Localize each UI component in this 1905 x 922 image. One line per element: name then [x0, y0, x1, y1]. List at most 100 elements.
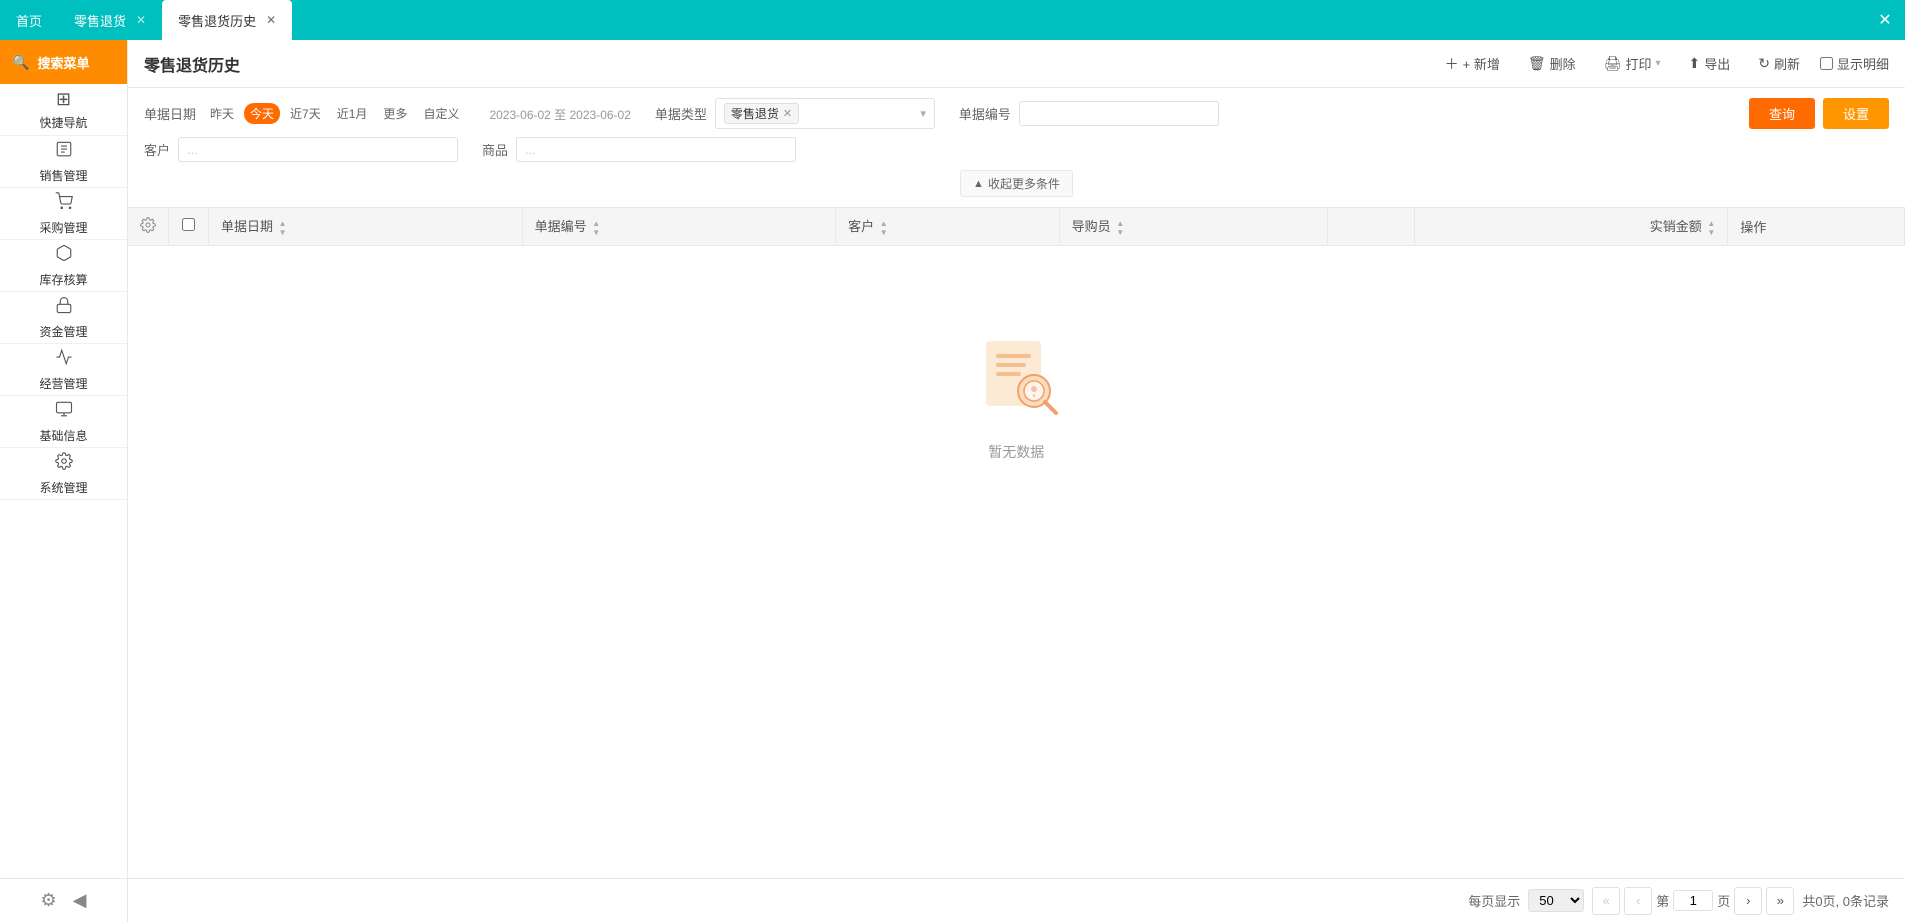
tab-retail-return-history[interactable]: 零售退货历史 ✕ [162, 0, 292, 40]
print-icon: 🖨 [1604, 55, 1622, 72]
data-table: 单据日期 ▲▼ 单据编号 ▲▼ 客户 ▲▼ 导购员 [128, 208, 1905, 542]
pagination-nav: « ‹ 第 页 › » [1592, 887, 1794, 915]
tab-retail-return-history-label: 零售退货历史 [178, 11, 256, 30]
tab-retail-return-label: 零售退货 [74, 11, 126, 30]
show-detail-label: 显示明细 [1837, 54, 1889, 73]
page-input[interactable] [1673, 890, 1713, 911]
collapse-sidebar-icon[interactable]: ◀ [73, 890, 87, 911]
page-header: 零售退货历史 ＋ + 新增 🗑 删除 🖨 打印 ▾ ⬆ 导出 [128, 40, 1905, 88]
quick-nav-label: 快捷导航 [39, 114, 87, 131]
base-info-icon [55, 400, 73, 423]
th-customer[interactable]: 客户 ▲▼ [836, 208, 1060, 245]
close-tab-retail-return-icon[interactable]: ✕ [136, 13, 146, 27]
refresh-icon: ↻ [1758, 55, 1770, 72]
action-buttons: 查询 设置 [1749, 98, 1889, 129]
empty-text: 暂无数据 [988, 442, 1044, 462]
th-guide[interactable]: 导购员 ▲▼ [1059, 208, 1328, 245]
settings-bottom-icon[interactable]: ⚙ [41, 890, 57, 911]
collapse-up-icon: ▲ [973, 178, 984, 190]
th-date-label: 单据日期 [221, 219, 273, 234]
operations-label: 经营管理 [39, 375, 87, 392]
doc-type-select[interactable]: 零售退货 ✕ ▾ [715, 98, 935, 129]
sidebar-bottom: ⚙ ◀ [0, 878, 127, 922]
window-close-button[interactable]: ✕ [1865, 0, 1905, 40]
empty-illustration [966, 326, 1066, 426]
collapse-button[interactable]: ▲ 收起更多条件 [960, 170, 1073, 197]
date-shortcut-yesterday[interactable]: 昨天 [204, 103, 240, 124]
export-button[interactable]: ⬆ 导出 [1680, 50, 1738, 77]
search-icon: 🔍 [12, 54, 29, 71]
settings-button[interactable]: 设置 [1823, 98, 1889, 129]
th-customer-label: 客户 [848, 219, 874, 234]
delete-button[interactable]: 🗑 删除 [1520, 50, 1584, 77]
sidebar-search[interactable]: 🔍 搜索菜单 [0, 40, 127, 84]
th-doc-no[interactable]: 单据编号 ▲▼ [522, 208, 836, 245]
sidebar: 🔍 搜索菜单 ⊞ 快捷导航 销售管理 采购管理 库存核算 [0, 40, 128, 922]
goods-placeholder: ... [525, 142, 536, 157]
sales-label: 销售管理 [39, 167, 87, 184]
date-shortcut-more[interactable]: 更多 [377, 103, 413, 124]
tab-retail-return[interactable]: 零售退货 ✕ [58, 0, 162, 40]
finance-label: 资金管理 [39, 323, 87, 340]
query-button[interactable]: 查询 [1749, 98, 1815, 129]
collapse-row: ▲ 收起更多条件 [144, 166, 1889, 197]
date-filter: 单据日期 昨天 今天 近7天 近1月 更多 自定义 [144, 103, 465, 124]
toolbar: ＋ + 新增 🗑 删除 🖨 打印 ▾ ⬆ 导出 ↻ [1437, 50, 1889, 78]
sales-icon [55, 140, 73, 163]
sidebar-item-inventory[interactable]: 库存核算 [0, 240, 127, 292]
last-page-button[interactable]: » [1766, 887, 1794, 915]
th-settings[interactable] [128, 208, 169, 245]
refresh-button[interactable]: ↻ 刷新 [1750, 50, 1808, 77]
new-label: + 新增 [1463, 54, 1500, 73]
prev-page-button[interactable]: ‹ [1624, 887, 1652, 915]
doc-type-dropdown-icon: ▾ [920, 107, 926, 120]
doc-type-tag-close-icon[interactable]: ✕ [783, 107, 792, 120]
next-page-button[interactable]: › [1734, 887, 1762, 915]
doc-type-tag-label: 零售退货 [731, 105, 779, 122]
per-page-select[interactable]: 50 10 20 100 [1528, 889, 1584, 912]
empty-state: 暂无数据 [128, 246, 1905, 542]
date-shortcut-today[interactable]: 今天 [244, 103, 280, 124]
customer-filter-label: 客户 [144, 140, 170, 159]
date-shortcut-7days[interactable]: 近7天 [284, 103, 327, 124]
print-button[interactable]: 🖨 打印 ▾ [1596, 50, 1669, 77]
sidebar-item-system-mgmt[interactable]: 系统管理 [0, 448, 127, 500]
show-detail-input[interactable] [1820, 57, 1833, 70]
per-page-label: 每页显示 [1468, 891, 1520, 910]
tab-home[interactable]: 首页 [0, 0, 58, 40]
select-all-checkbox[interactable] [182, 218, 195, 231]
th-amount[interactable]: 实销金额 ▲▼ [1414, 208, 1728, 245]
first-page-button[interactable]: « [1592, 887, 1620, 915]
search-label: 搜索菜单 [37, 53, 89, 72]
sidebar-item-finance[interactable]: 资金管理 [0, 292, 127, 344]
sidebar-item-quick-nav[interactable]: ⊞ 快捷导航 [0, 84, 127, 136]
customer-select[interactable]: ... [178, 137, 458, 162]
doc-no-input[interactable] [1019, 101, 1219, 126]
page-title: 零售退货历史 [144, 52, 1437, 76]
export-icon: ⬆ [1688, 55, 1700, 72]
th-checkbox[interactable] [169, 208, 209, 245]
date-shortcut-custom[interactable]: 自定义 [417, 103, 465, 124]
show-detail-checkbox[interactable]: 显示明细 [1820, 54, 1889, 73]
sidebar-item-operations[interactable]: 经营管理 [0, 344, 127, 396]
sidebar-item-sales-mgmt[interactable]: 销售管理 [0, 136, 127, 188]
export-label: 导出 [1704, 54, 1730, 73]
sidebar-item-base-info[interactable]: 基础信息 [0, 396, 127, 448]
purchase-icon [55, 192, 73, 215]
customer-sort-icons: ▲▼ [880, 219, 888, 237]
date-shortcuts: 昨天 今天 近7天 近1月 更多 自定义 [204, 103, 465, 124]
base-info-label: 基础信息 [39, 427, 87, 444]
docno-sort-icons: ▲▼ [592, 219, 600, 237]
date-shortcut-1month[interactable]: 近1月 [331, 103, 374, 124]
amount-sort-icons: ▲▼ [1707, 219, 1715, 237]
goods-select[interactable]: ... [516, 137, 796, 162]
purchase-label: 采购管理 [39, 219, 87, 236]
new-button[interactable]: ＋ + 新增 [1437, 50, 1508, 78]
pagination: 每页显示 50 10 20 100 « ‹ 第 页 › » 共0页, 0条记录 [128, 878, 1905, 922]
page-prefix: 第 [1656, 891, 1669, 910]
close-tab-retail-return-history-icon[interactable]: ✕ [266, 13, 276, 27]
top-bar: 首页 零售退货 ✕ 零售退货历史 ✕ ✕ [0, 0, 1905, 40]
sidebar-item-purchase-mgmt[interactable]: 采购管理 [0, 188, 127, 240]
th-date[interactable]: 单据日期 ▲▼ [209, 208, 523, 245]
th-spacer [1328, 208, 1415, 245]
